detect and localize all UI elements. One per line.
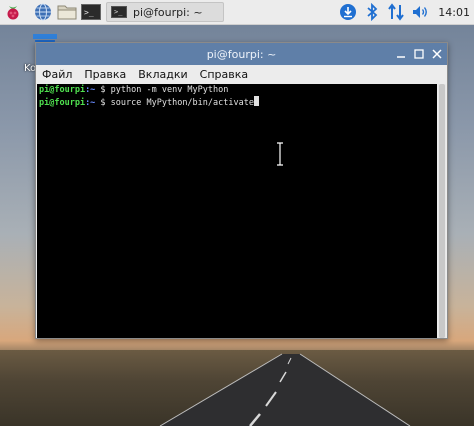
clock[interactable]: 14:01 bbox=[432, 6, 474, 19]
terminal-line: pi@fourpi:~ $ python -m venv MyPython bbox=[39, 85, 229, 95]
menu-bar: Файл Правка Вкладки Справка bbox=[36, 65, 447, 83]
terminal-launcher-icon[interactable]: >_ bbox=[80, 1, 102, 23]
raspberry-menu-icon[interactable] bbox=[2, 1, 24, 23]
menu-help[interactable]: Справка bbox=[194, 68, 254, 81]
wallpaper-road bbox=[159, 353, 411, 426]
minimize-icon[interactable] bbox=[393, 46, 409, 62]
system-tray: 14:01 bbox=[336, 0, 474, 24]
menu-tabs[interactable]: Вкладки bbox=[132, 68, 193, 81]
terminal-scrollbar[interactable] bbox=[438, 84, 446, 338]
menu-edit[interactable]: Правка bbox=[78, 68, 132, 81]
updater-download-icon[interactable] bbox=[336, 0, 360, 24]
taskbar-button-label: pi@fourpi: ~ bbox=[133, 5, 203, 19]
svg-text:>_: >_ bbox=[84, 8, 94, 17]
maximize-icon[interactable] bbox=[411, 46, 427, 62]
terminal-line: pi@fourpi:~ $ source MyPython/bin/activa… bbox=[39, 96, 259, 109]
volume-icon[interactable] bbox=[408, 0, 432, 24]
text-cursor bbox=[253, 96, 259, 106]
file-manager-icon[interactable] bbox=[56, 1, 78, 23]
terminal-area[interactable]: pi@fourpi:~ $ python -m venv MyPython pi… bbox=[37, 84, 437, 338]
window-title: pi@fourpi: ~ bbox=[206, 47, 277, 61]
terminal-icon: >_ bbox=[111, 6, 127, 18]
scrollbar-thumb[interactable] bbox=[439, 84, 445, 338]
close-icon[interactable] bbox=[429, 46, 445, 62]
web-browser-icon[interactable] bbox=[32, 1, 54, 23]
window-titlebar[interactable]: pi@fourpi: ~ bbox=[36, 43, 447, 65]
network-arrows-icon[interactable] bbox=[384, 0, 408, 24]
top-panel: >_ >_ pi@fourpi: ~ 14:01 bbox=[0, 0, 474, 25]
terminal-window: pi@fourpi: ~ Файл Правка Вкладки Справка… bbox=[35, 42, 448, 339]
ibeam-cursor-icon bbox=[277, 142, 283, 166]
bluetooth-icon[interactable] bbox=[360, 0, 384, 24]
taskbar-terminal-button[interactable]: >_ pi@fourpi: ~ bbox=[106, 2, 224, 22]
menu-file[interactable]: Файл bbox=[36, 68, 78, 81]
